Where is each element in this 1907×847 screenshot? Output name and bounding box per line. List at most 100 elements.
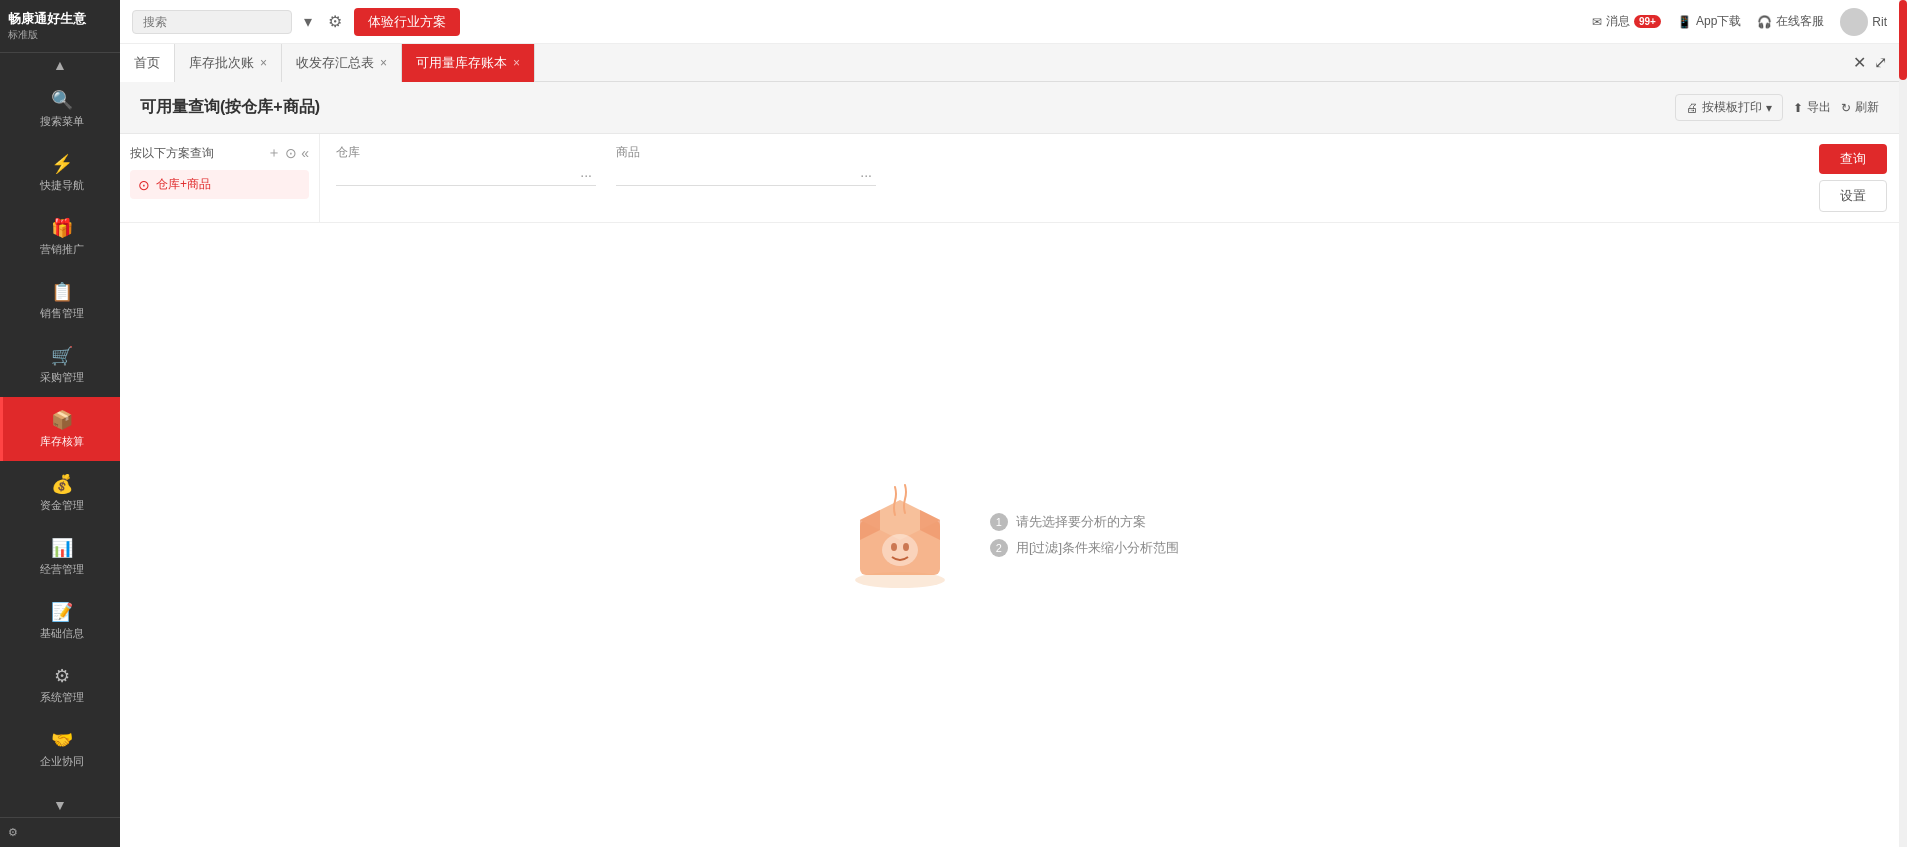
tab-home-label: 首页 [134,54,160,72]
sidebar-item-企业协同[interactable]: 🤝企业协同 [0,717,120,781]
app-download-icon: 📱 [1677,15,1692,29]
scheme-settings-btn[interactable]: ⊙ [285,144,297,162]
svg-point-5 [882,534,918,566]
refresh-btn[interactable]: ↻ 刷新 [1841,99,1879,116]
sidebar-nav: 🔍搜索菜单⚡快捷导航🎁营销推广📋销售管理🛒采购管理📦库存核算💰资金管理📊经营管理… [0,77,120,793]
sidebar-item-销售管理[interactable]: 📋销售管理 [0,269,120,333]
sidebar-scroll-up[interactable]: ▲ [0,53,120,77]
svg-point-6 [891,543,897,551]
tab-available[interactable]: 可用量库存账本 × [402,44,535,82]
template-print-btn[interactable]: 🖨 按模板打印 ▾ [1675,94,1783,121]
filter-schemes: 按以下方案查询 ＋ ⊙ « ⊙ 仓库+商品 [120,134,320,222]
tab-inventory-batch[interactable]: 库存批次账 × [175,44,282,82]
tab-home[interactable]: 首页 [120,44,175,82]
topbar-user[interactable]: Rit [1840,8,1887,36]
topbar-message[interactable]: ✉ 消息 99+ [1592,13,1661,30]
industry-btn[interactable]: 体验行业方案 [354,8,460,36]
export-label: 导出 [1807,99,1831,116]
tip-item-1: 1 请先选择要分析的方案 [990,513,1179,531]
topbar-settings-btn[interactable]: ⚙ [324,8,346,35]
filter-actions: 查询 设置 [1807,134,1899,222]
tab-available-close[interactable]: × [513,56,520,70]
tip-text-2: 用[过滤]条件来缩小分析范围 [1016,539,1179,557]
sidebar-item-搜索菜单[interactable]: 🔍搜索菜单 [0,77,120,141]
warehouse-more-btn[interactable]: ··· [580,167,592,183]
tab-summary-label: 收发存汇总表 [296,54,374,72]
refresh-label: 刷新 [1855,99,1879,116]
export-btn[interactable]: ⬆ 导出 [1793,99,1831,116]
page-header-actions: 🖨 按模板打印 ▾ ⬆ 导出 ↻ 刷新 [1675,94,1879,121]
empty-illustration [840,475,960,595]
sidebar-item-营销推广[interactable]: 🎁营销推广 [0,205,120,269]
message-icon: ✉ [1592,15,1602,29]
export-icon: ⬆ [1793,101,1803,115]
right-scrollbar[interactable] [1899,0,1907,847]
topbar-app-download[interactable]: 📱 App下载 [1677,13,1741,30]
sidebar-item-经营管理[interactable]: 📊经营管理 [0,525,120,589]
empty-tips: 1 请先选择要分析的方案 2 用[过滤]条件来缩小分析范围 [990,513,1179,557]
settings-btn[interactable]: 设置 [1819,180,1887,212]
tip-num-2: 2 [990,539,1008,557]
goods-filter-label: 商品 [616,144,876,161]
refresh-icon: ↻ [1841,101,1851,115]
empty-state: 1 请先选择要分析的方案 2 用[过滤]条件来缩小分析范围 [120,223,1899,847]
user-name: Rit [1872,15,1887,29]
sidebar-item-库存核算[interactable]: 📦库存核算 [0,397,120,461]
sidebar-item-采购管理[interactable]: 🛒采购管理 [0,333,120,397]
sidebar-item-基础信息[interactable]: 📝基础信息 [0,589,120,653]
message-label: 消息 [1606,13,1630,30]
filter-schemes-actions: ＋ ⊙ « [267,144,309,162]
tab-close-all-btn[interactable]: ✕ [1853,53,1866,72]
tabbar-actions: ✕ ⤢ [1853,53,1899,72]
tab-inventory-batch-close[interactable]: × [260,56,267,70]
page-content: 可用量查询(按仓库+商品) 🖨 按模板打印 ▾ ⬆ 导出 ↻ 刷新 [120,82,1899,847]
sidebar-item-系统管理[interactable]: ⚙系统管理 [0,653,120,717]
tip-text-1: 请先选择要分析的方案 [1016,513,1146,531]
svg-point-7 [903,543,909,551]
warehouse-input[interactable] [340,168,574,182]
topbar-right: ✉ 消息 99+ 📱 App下载 🎧 在线客服 Rit [1592,8,1887,36]
main-area: ▾ ⚙ 体验行业方案 ✉ 消息 99+ 📱 App下载 🎧 在线客服 Rit [120,0,1899,847]
app-download-label: App下载 [1696,13,1741,30]
scheme-add-btn[interactable]: ＋ [267,144,281,162]
sidebar-footer-icon: ⚙ [8,826,18,839]
warehouse-filter-label: 仓库 [336,144,596,161]
topbar-dropdown-btn[interactable]: ▾ [300,8,316,35]
sidebar-item-快捷导航[interactable]: ⚡快捷导航 [0,141,120,205]
online-service-icon: 🎧 [1757,15,1772,29]
template-print-icon: 🖨 [1686,101,1698,115]
tab-summary[interactable]: 收发存汇总表 × [282,44,402,82]
scheme-label: 仓库+商品 [156,176,211,193]
page-title: 可用量查询(按仓库+商品) [140,97,320,118]
tab-summary-close[interactable]: × [380,56,387,70]
template-print-label: 按模板打印 [1702,99,1762,116]
filter-group-goods: 商品 ··· [616,144,876,186]
goods-input-wrap: ··· [616,165,876,186]
filter-group-warehouse: 仓库 ··· [336,144,596,186]
topbar: ▾ ⚙ 体验行业方案 ✉ 消息 99+ 📱 App下载 🎧 在线客服 Rit [120,0,1899,44]
filter-area: 按以下方案查询 ＋ ⊙ « ⊙ 仓库+商品 仓库 [120,134,1899,223]
tip-item-2: 2 用[过滤]条件来缩小分析范围 [990,539,1179,557]
goods-input[interactable] [620,168,854,182]
sidebar-scroll-down[interactable]: ▼ [0,793,120,817]
user-avatar [1840,8,1868,36]
tab-maximize-btn[interactable]: ⤢ [1874,53,1887,72]
tab-available-label: 可用量库存账本 [416,54,507,72]
app-subtitle: 标准版 [8,28,112,42]
topbar-online-service[interactable]: 🎧 在线客服 [1757,13,1824,30]
query-btn[interactable]: 查询 [1819,144,1887,174]
right-scrollbar-thumb [1899,0,1907,80]
filter-inputs: 仓库 ··· 商品 ··· [320,134,1807,222]
scheme-item-warehouse-goods[interactable]: ⊙ 仓库+商品 [130,170,309,199]
sidebar-item-资金管理[interactable]: 💰资金管理 [0,461,120,525]
online-service-label: 在线客服 [1776,13,1824,30]
sidebar-item-新手引导[interactable]: 🎯新手引导 [0,781,120,793]
goods-more-btn[interactable]: ··· [860,167,872,183]
scheme-collapse-btn[interactable]: « [301,144,309,162]
tab-inventory-batch-label: 库存批次账 [189,54,254,72]
tip-num-1: 1 [990,513,1008,531]
scheme-icon: ⊙ [138,177,150,193]
topbar-search-input[interactable] [132,10,292,34]
topbar-left: ▾ ⚙ 体验行业方案 [132,8,460,36]
sidebar-logo: 畅康通好生意 标准版 [0,0,120,53]
